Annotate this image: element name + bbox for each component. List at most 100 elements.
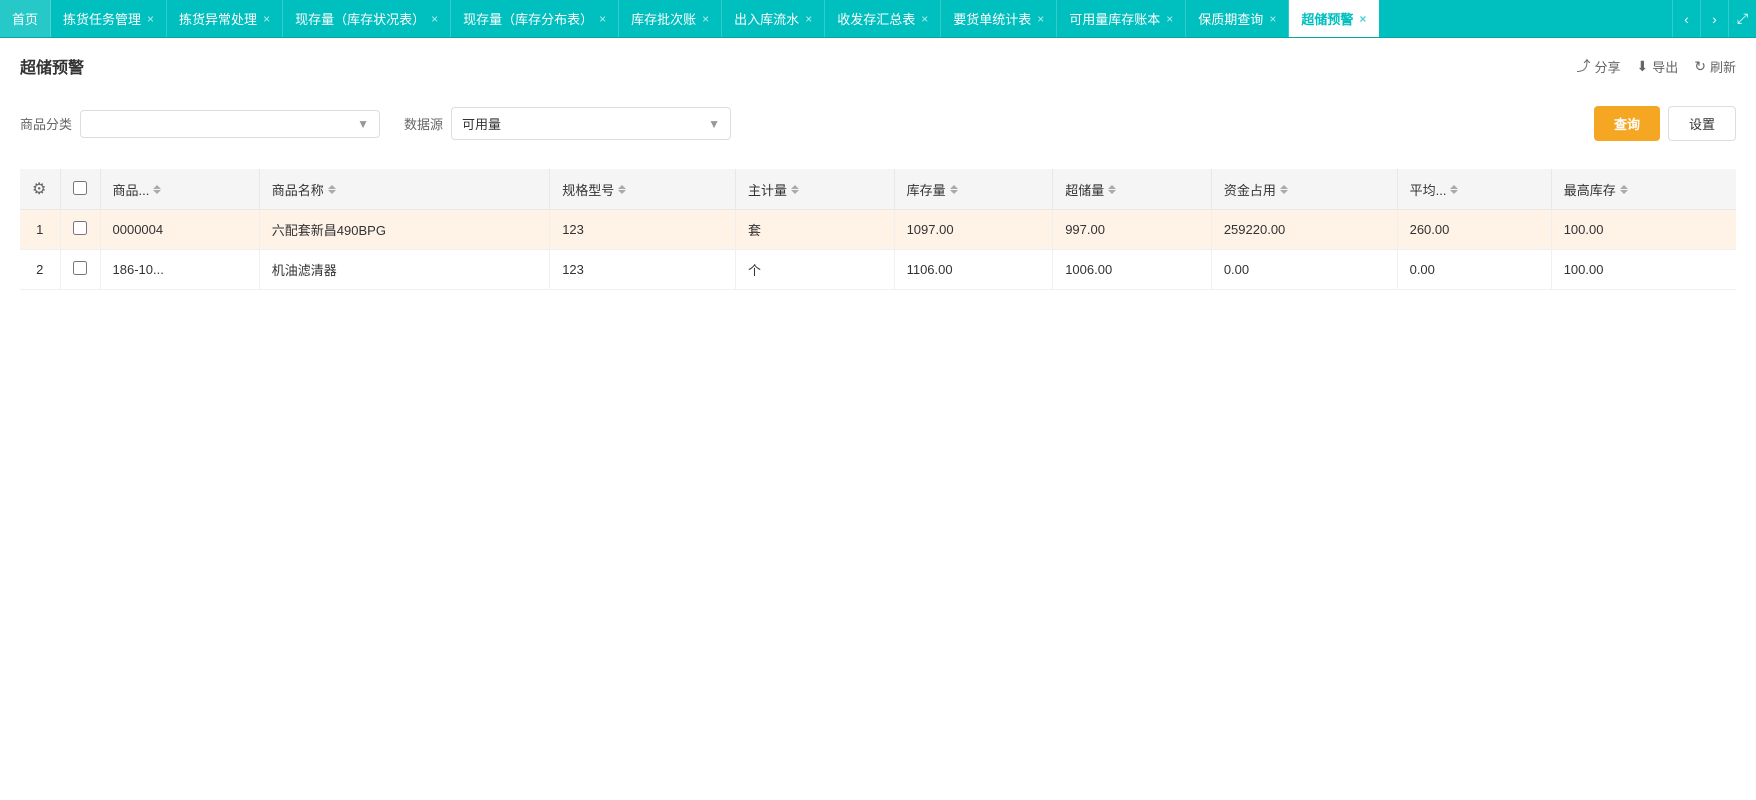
nav-arrows: ‹ › ⤢ [1672,0,1756,38]
sort-product-name-icon[interactable] [328,185,336,194]
top-nav: 首页 拣货任务管理 × 拣货异常处理 × 现存量（库存状况表） × 现存量（库存… [0,0,1756,38]
row-stock: 1097.00 [894,210,1053,250]
nav-tab-11-active[interactable]: 超储预警 × [1289,0,1379,38]
row-unit: 个 [735,250,894,290]
datasource-value: 可用量 [462,114,501,133]
row-checkbox[interactable] [73,221,87,235]
row-avg: 260.00 [1397,210,1551,250]
category-label: 商品分类 [20,114,72,133]
nav-tab-2[interactable]: 拣货异常处理 × [167,0,283,38]
export-icon: ⬇ [1637,58,1649,75]
share-button[interactable]: ⤴ 分享 [1576,56,1620,76]
col-spec: 规格型号 [550,169,736,210]
nav-tab-7[interactable]: 收发存汇总表 × [825,0,941,38]
close-tab-10[interactable]: × [1269,12,1276,26]
col-max-stock: 最高库存 [1551,169,1736,210]
col-checkbox-header [60,169,100,210]
row-unit: 套 [735,210,894,250]
page-header: 超储预警 ⤴ 分享 ⬇ 导出 ↻ 刷新 [20,54,1736,78]
row-capital: 259220.00 [1211,210,1397,250]
nav-tab-1[interactable]: 拣货任务管理 × [51,0,167,38]
export-button[interactable]: ⬇ 导出 [1637,57,1679,76]
row-capital: 0.00 [1211,250,1397,290]
sort-product-code-icon[interactable] [153,185,161,194]
close-tab-4[interactable]: × [599,12,606,26]
sort-spec-icon[interactable] [618,185,626,194]
row-spec: 123 [550,250,736,290]
col-settings: ⚙ [20,169,60,210]
refresh-button[interactable]: ↻ 刷新 [1694,57,1736,76]
nav-tab-8[interactable]: 要货单统计表 × [941,0,1057,38]
datasource-chevron-icon: ▼ [708,117,720,131]
select-all-checkbox[interactable] [73,181,87,195]
row-max-stock: 100.00 [1551,250,1736,290]
nav-tab-6[interactable]: 出入库流水 × [722,0,825,38]
row-avg: 0.00 [1397,250,1551,290]
datasource-select[interactable]: 可用量 ▼ [451,107,731,140]
row-stock: 1106.00 [894,250,1053,290]
datasource-label: 数据源 [404,114,443,133]
close-tab-5[interactable]: × [702,12,709,26]
datasource-filter: 数据源 可用量 ▼ [404,107,731,140]
col-avg: 平均... [1397,169,1551,210]
sort-max-stock-icon[interactable] [1620,185,1628,194]
row-product-name: 六配套新昌490BPG [259,210,549,250]
table-row: 1 0000004 六配套新昌490BPG 123 套 1097.00 997.… [20,210,1736,250]
page-title: 超储预警 [20,54,84,78]
table-body: 1 0000004 六配套新昌490BPG 123 套 1097.00 997.… [20,210,1736,290]
table-header-row: ⚙ 商品... 商品名称 [20,169,1736,210]
refresh-icon: ↻ [1694,58,1706,75]
row-spec: 123 [550,210,736,250]
close-tab-7[interactable]: × [921,12,928,26]
category-chevron-icon: ▼ [357,117,369,131]
nav-tab-10[interactable]: 保质期查询 × [1186,0,1289,38]
nav-arrow-left[interactable]: ‹ [1672,0,1700,38]
close-tab-1[interactable]: × [147,12,154,26]
col-stock: 库存量 [894,169,1053,210]
category-filter: 商品分类 ▼ [20,110,380,138]
row-max-stock: 100.00 [1551,210,1736,250]
close-tab-2[interactable]: × [263,12,270,26]
header-actions: ⤴ 分享 ⬇ 导出 ↻ 刷新 [1576,56,1736,76]
nav-arrow-expand[interactable]: ⤢ [1728,0,1756,38]
filter-buttons: 查询 设置 [1594,106,1736,141]
close-tab-9[interactable]: × [1166,12,1173,26]
row-over-stock: 997.00 [1053,210,1212,250]
row-index: 2 [20,250,60,290]
close-tab-11[interactable]: × [1359,12,1366,26]
close-tab-3[interactable]: × [431,12,438,26]
settings-gear-icon[interactable]: ⚙ [32,181,46,198]
row-over-stock: 1006.00 [1053,250,1212,290]
col-product-name: 商品名称 [259,169,549,210]
data-table: ⚙ 商品... 商品名称 [20,169,1736,290]
query-button[interactable]: 查询 [1594,106,1660,141]
share-icon: ⤴ [1576,56,1590,76]
col-product-code: 商品... [100,169,259,210]
table-row: 2 186-10... 机油滤清器 123 个 1106.00 1006.00 … [20,250,1736,290]
category-select[interactable]: ▼ [80,110,380,138]
nav-tab-5[interactable]: 库存批次账 × [619,0,722,38]
sort-avg-icon[interactable] [1450,185,1458,194]
col-over-stock: 超储量 [1053,169,1212,210]
col-capital: 资金占用 [1211,169,1397,210]
nav-tab-home[interactable]: 首页 [0,0,51,38]
setting-button[interactable]: 设置 [1668,106,1736,141]
nav-arrow-right[interactable]: › [1700,0,1728,38]
sort-capital-icon[interactable] [1280,185,1288,194]
close-tab-8[interactable]: × [1037,12,1044,26]
row-product-code: 0000004 [100,210,259,250]
row-checkbox-cell [60,250,100,290]
filter-row: 商品分类 ▼ 数据源 可用量 ▼ 查询 设置 [20,94,1736,153]
sort-stock-icon[interactable] [950,185,958,194]
row-product-name: 机油滤清器 [259,250,549,290]
sort-over-stock-icon[interactable] [1108,185,1116,194]
sort-unit-icon[interactable] [791,185,799,194]
nav-tab-9[interactable]: 可用量库存账本 × [1057,0,1186,38]
row-checkbox-cell [60,210,100,250]
col-unit: 主计量 [735,169,894,210]
nav-tab-3[interactable]: 现存量（库存状况表） × [283,0,451,38]
row-index: 1 [20,210,60,250]
row-checkbox[interactable] [73,261,87,275]
nav-tab-4[interactable]: 现存量（库存分布表） × [451,0,619,38]
close-tab-6[interactable]: × [805,12,812,26]
